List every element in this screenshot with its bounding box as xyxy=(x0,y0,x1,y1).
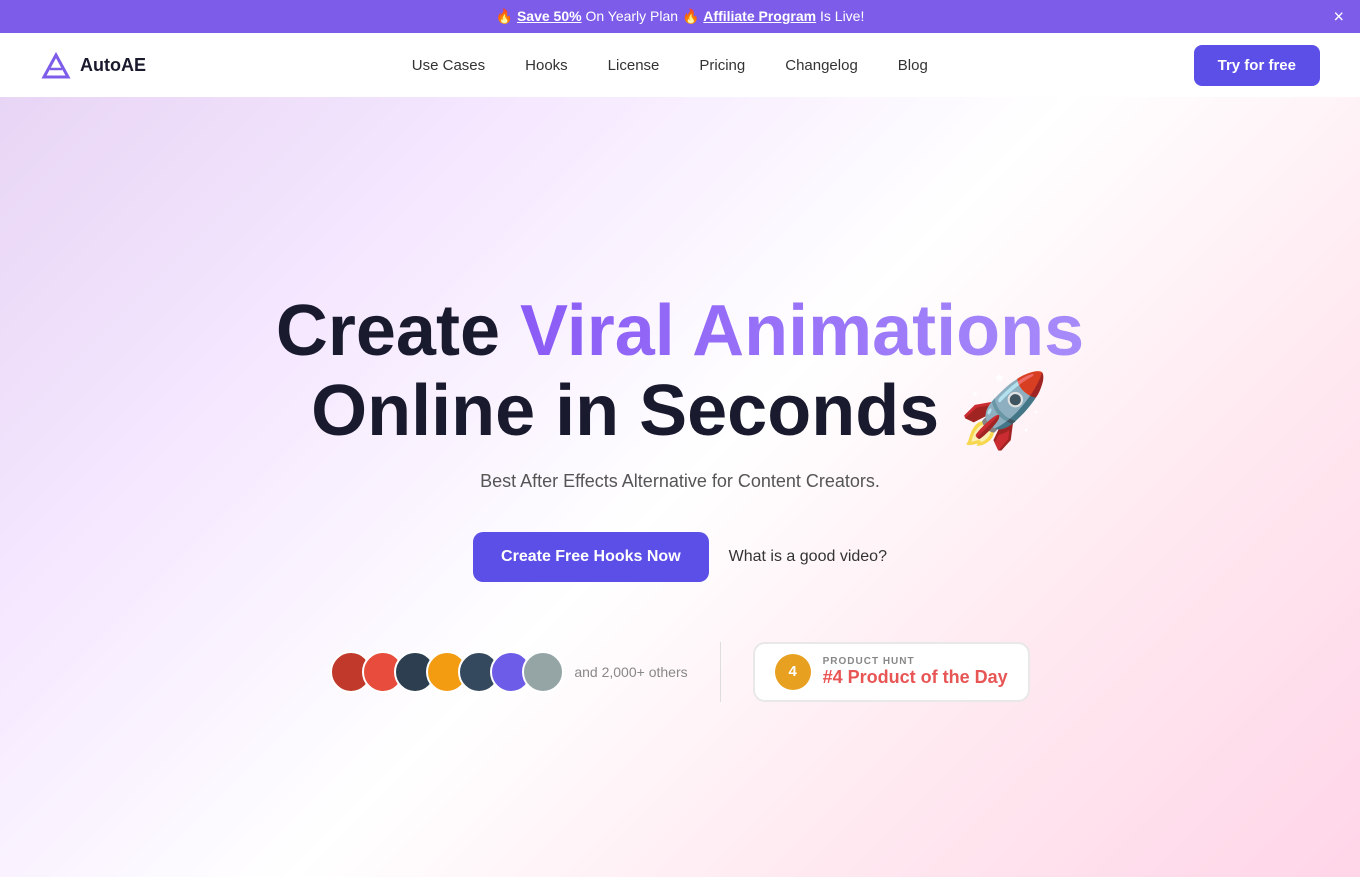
hero-headline: Create Viral Animations Online in Second… xyxy=(276,292,1084,450)
headline-end: Online in Seconds 🚀 xyxy=(311,371,1049,451)
hero-buttons: Create Free Hooks Now What is a good vid… xyxy=(473,532,887,582)
banner-text: 🔥 Save 50% On Yearly Plan 🔥 Affiliate Pr… xyxy=(496,8,865,24)
avatars-group: and 2,000+ others xyxy=(330,651,687,693)
others-count: and 2,000+ others xyxy=(574,664,687,680)
fire-emoji-2: 🔥 xyxy=(682,8,699,24)
avatar-list xyxy=(330,651,564,693)
ph-rank: #4 Product of the Day xyxy=(823,667,1008,688)
announcement-banner: 🔥 Save 50% On Yearly Plan 🔥 Affiliate Pr… xyxy=(0,0,1360,33)
nav-hooks[interactable]: Hooks xyxy=(525,57,568,74)
try-for-free-button[interactable]: Try for free xyxy=(1194,45,1320,86)
banner-end: Is Live! xyxy=(820,8,864,24)
avatar-7 xyxy=(522,651,564,693)
nav-links: Use Cases Hooks License Pricing Changelo… xyxy=(412,57,928,74)
affiliate-link[interactable]: Affiliate Program xyxy=(703,8,816,24)
main-nav: AutoAE Use Cases Hooks License Pricing C… xyxy=(0,33,1360,97)
social-proof: and 2,000+ others 4 PRODUCT HUNT #4 Prod… xyxy=(330,642,1029,702)
hero-subheadline: Best After Effects Alternative for Conte… xyxy=(480,471,880,492)
nav-changelog[interactable]: Changelog xyxy=(785,57,858,74)
nav-license[interactable]: License xyxy=(608,57,660,74)
nav-pricing[interactable]: Pricing xyxy=(699,57,745,74)
product-hunt-badge[interactable]: 4 PRODUCT HUNT #4 Product of the Day xyxy=(753,642,1030,702)
ph-text: PRODUCT HUNT #4 Product of the Day xyxy=(823,656,1008,688)
logo-icon xyxy=(40,49,72,81)
headline-start: Create xyxy=(276,291,520,371)
hero-section: Create Viral Animations Online in Second… xyxy=(0,97,1360,877)
ph-medal: 4 xyxy=(775,654,811,690)
banner-close-button[interactable]: × xyxy=(1333,6,1344,27)
save-link[interactable]: Save 50% xyxy=(517,8,582,24)
create-hooks-button[interactable]: Create Free Hooks Now xyxy=(473,532,709,582)
what-is-good-video-button[interactable]: What is a good video? xyxy=(729,548,887,566)
divider xyxy=(720,642,721,702)
banner-middle: On Yearly Plan xyxy=(585,8,682,24)
ph-label: PRODUCT HUNT xyxy=(823,656,1008,667)
logo[interactable]: AutoAE xyxy=(40,49,146,81)
headline-gradient: Viral Animations xyxy=(520,291,1084,371)
fire-emoji-1: 🔥 xyxy=(496,8,513,24)
nav-use-cases[interactable]: Use Cases xyxy=(412,57,485,74)
logo-text: AutoAE xyxy=(80,55,146,76)
nav-blog[interactable]: Blog xyxy=(898,57,928,74)
